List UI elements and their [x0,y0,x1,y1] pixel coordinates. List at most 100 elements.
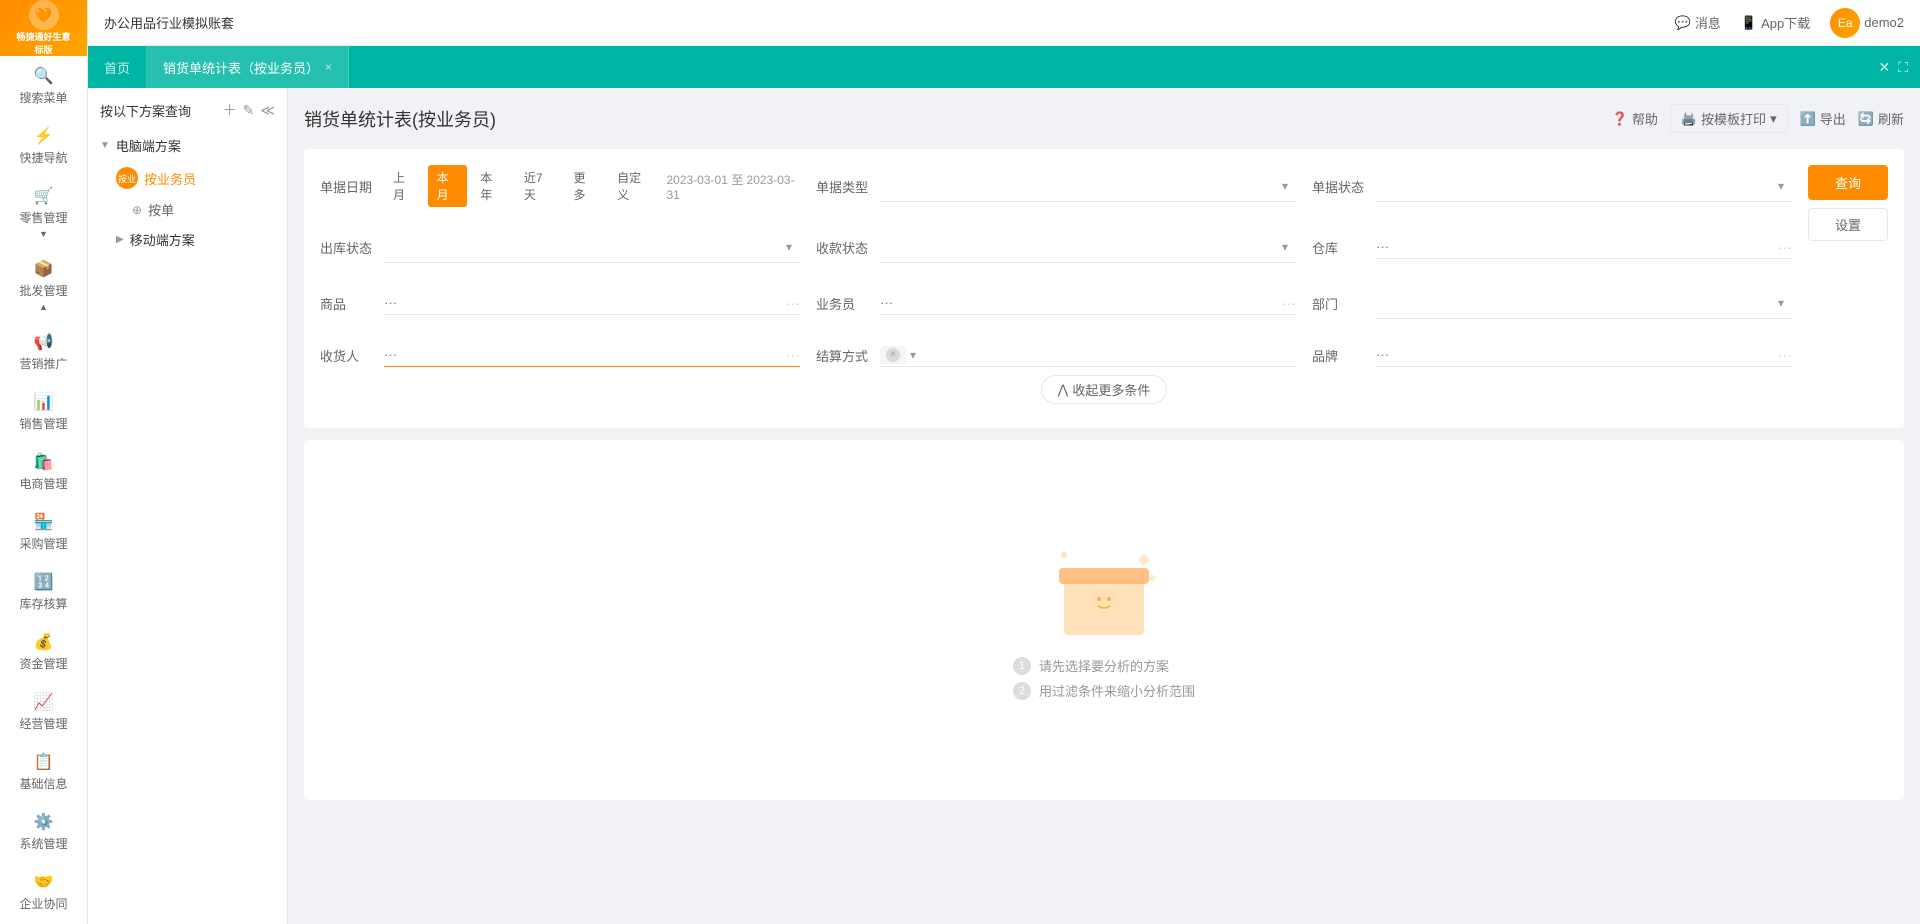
sidebar-item-system[interactable]: ⚙️ 系统管理 [0,802,88,862]
warehouse-input-wrapper [1376,235,1792,259]
page-title: 销货单统计表(按业务员) [304,106,496,132]
hint-item-2: 2 用过滤条件来缩小分析范围 [1013,681,1195,700]
goods-ellipsis[interactable] [786,295,800,311]
hint-text-1: 请先选择要分析的方案 [1039,656,1169,675]
consignee-input-wrapper [384,343,800,367]
export-action[interactable]: ⬆️ 导出 [1800,109,1846,128]
tree-group-mobile[interactable]: ▶ 移动端方案 [88,224,287,255]
settlement-label: 结算方式 [816,346,872,365]
outstatus-select[interactable] [384,231,800,263]
filter-card: 单据日期 上月 本月 本年 近7天 更多 自定义 [304,149,1904,428]
tree-group-desktop[interactable]: ▼ 电脑端方案 [88,130,287,161]
sidebar-item-wholesale[interactable]: 📦 批发管理 ▲ [0,249,88,322]
sidebar-item-enterprise[interactable]: 🤝 企业协同 [0,862,88,922]
warehouse-input[interactable] [1376,235,1778,258]
export-label: 导出 [1820,109,1846,128]
consignee-input[interactable] [384,343,786,366]
refresh-icon: 🔄 [1858,111,1874,127]
filter-doctype-field: 单据类型 [816,170,1296,202]
date-tab-thisyear[interactable]: 本年 [471,165,511,207]
tab-fullscreen-button[interactable]: ⛶ [1898,59,1908,76]
consignee-label: 收货人 [320,346,376,365]
collapse-button[interactable]: ⋀ 收起更多条件 [1041,375,1168,404]
filter-row-1: 单据日期 上月 本月 本年 近7天 更多 自定义 [320,165,1792,207]
date-tab-7days[interactable]: 近7天 [515,165,561,207]
brand-ellipsis[interactable] [1778,347,1792,363]
sidebar-item-marketing-label: 营销推广 [19,355,67,372]
query-button[interactable]: 查询 [1808,165,1888,200]
filter-goods-field: 商品 [320,291,800,315]
tab-active[interactable]: 销货单统计表（按业务员） × [147,46,349,88]
operations-icon: 📈 [34,692,54,712]
retail-expand-icon: ▼ [39,229,48,239]
active-dot-icon: 按业 [116,167,138,189]
tree-child-salesperson-label: 按业务员 [144,169,196,188]
warehouse-ellipsis[interactable] [1778,239,1792,255]
refresh-action[interactable]: 🔄 刷新 [1858,109,1904,128]
user-profile-action[interactable]: Ea demo2 [1830,8,1904,38]
help-action[interactable]: ❓ 帮助 [1612,109,1658,128]
warehouse-label: 仓库 [1312,238,1368,257]
consignee-ellipsis[interactable] [786,347,800,363]
sidebar-item-inventory[interactable]: 🔢 库存核算 [0,562,88,622]
sidebar-item-basic[interactable]: 📋 基础信息 [0,742,88,802]
app-download-action[interactable]: 📱 App下载 [1741,13,1810,32]
date-tab-more[interactable]: 更多 [564,165,604,207]
page-inner: 按以下方案查询 ＋ ✎ ≪ ▼ 电脑端方案 按业 按业务员 [88,88,1920,924]
tree-child-salesperson[interactable]: 按业 按业务员 [88,161,287,195]
receiptstatus-select[interactable] [880,231,1296,263]
sidebar-item-quick[interactable]: ⚡ 快捷导航 [0,116,88,176]
tree-group-mobile-label: 移动端方案 [130,230,195,249]
print-action[interactable]: 🖨️ 按模板打印 ▾ [1670,104,1788,133]
message-icon: 💬 [1675,15,1691,31]
brand-input[interactable] [1376,343,1778,366]
sidebar-item-sales[interactable]: 📊 销售管理 [0,382,88,442]
docstatus-select[interactable] [1376,170,1792,202]
quick-nav-icon: ⚡ [34,126,54,146]
settlement-arrow[interactable] [910,348,916,362]
sidebar-item-finance-label: 资金管理 [19,655,67,672]
salesperson-ellipsis[interactable] [1282,295,1296,311]
filter-row-2: 出库状态 收款状态 [320,231,1792,263]
salesperson-label: 业务员 [816,294,872,313]
tree-sub-icon: ⊕ [132,203,142,217]
add-scheme-button[interactable]: ＋ [223,100,237,120]
sidebar-item-search[interactable]: 🔍 搜索菜单 [0,56,88,116]
empty-illustration [1044,540,1164,640]
tab-home[interactable]: 首页 [88,46,147,88]
date-tab-lastmonth[interactable]: 上月 [384,165,424,207]
settlement-tag: × [880,346,906,364]
sidebar-item-ecommerce[interactable]: 🛍️ 电商管理 [0,442,88,502]
settlement-tag-close[interactable]: × [886,348,900,362]
date-tab-thismonth[interactable]: 本月 [428,165,468,207]
tab-close-button[interactable]: ✕ [1878,59,1890,76]
dept-arrow [1778,296,1784,310]
username-label: demo2 [1864,15,1904,30]
settings-button[interactable]: 设置 [1808,208,1888,241]
brand-label: 品牌 [1312,346,1368,365]
dept-select[interactable] [1376,287,1792,319]
app-logo: 🧡 畅捷通好生意 标版 [0,0,88,56]
sidebar-item-finance[interactable]: 💰 资金管理 [0,622,88,682]
retail-icon: 🛒 [34,186,54,206]
date-label: 单据日期 [320,177,376,196]
goods-input[interactable] [384,291,786,314]
sidebar-item-marketing[interactable]: 📢 营销推广 [0,322,88,382]
left-panel-actions: ＋ ✎ ≪ [223,100,275,120]
sidebar-item-inventory-label: 库存核算 [19,595,67,612]
doctype-select[interactable] [880,170,1296,202]
sidebar-item-purchase[interactable]: 🏪 采购管理 [0,502,88,562]
sidebar-item-retail[interactable]: 🛒 零售管理 ▼ [0,176,88,249]
filter-row-3: 商品 业务员 [320,287,1792,319]
edit-scheme-button[interactable]: ✎ [243,102,255,119]
tree-sub-by-doc[interactable]: ⊕ 按单 [88,195,287,224]
date-tab-custom[interactable]: 自定义 [608,165,658,207]
sidebar-item-operations[interactable]: 📈 经营管理 [0,682,88,742]
tab-close-icon[interactable]: × [325,60,332,74]
left-panel: 按以下方案查询 ＋ ✎ ≪ ▼ 电脑端方案 按业 按业务员 [88,88,288,924]
filter-salesperson-field: 业务员 [816,291,1296,315]
sidebar-item-retail-label: 零售管理 [19,209,67,226]
salesperson-input[interactable] [880,291,1282,314]
collapse-panel-button[interactable]: ≪ [260,102,275,119]
message-action[interactable]: 💬 消息 [1675,13,1721,32]
